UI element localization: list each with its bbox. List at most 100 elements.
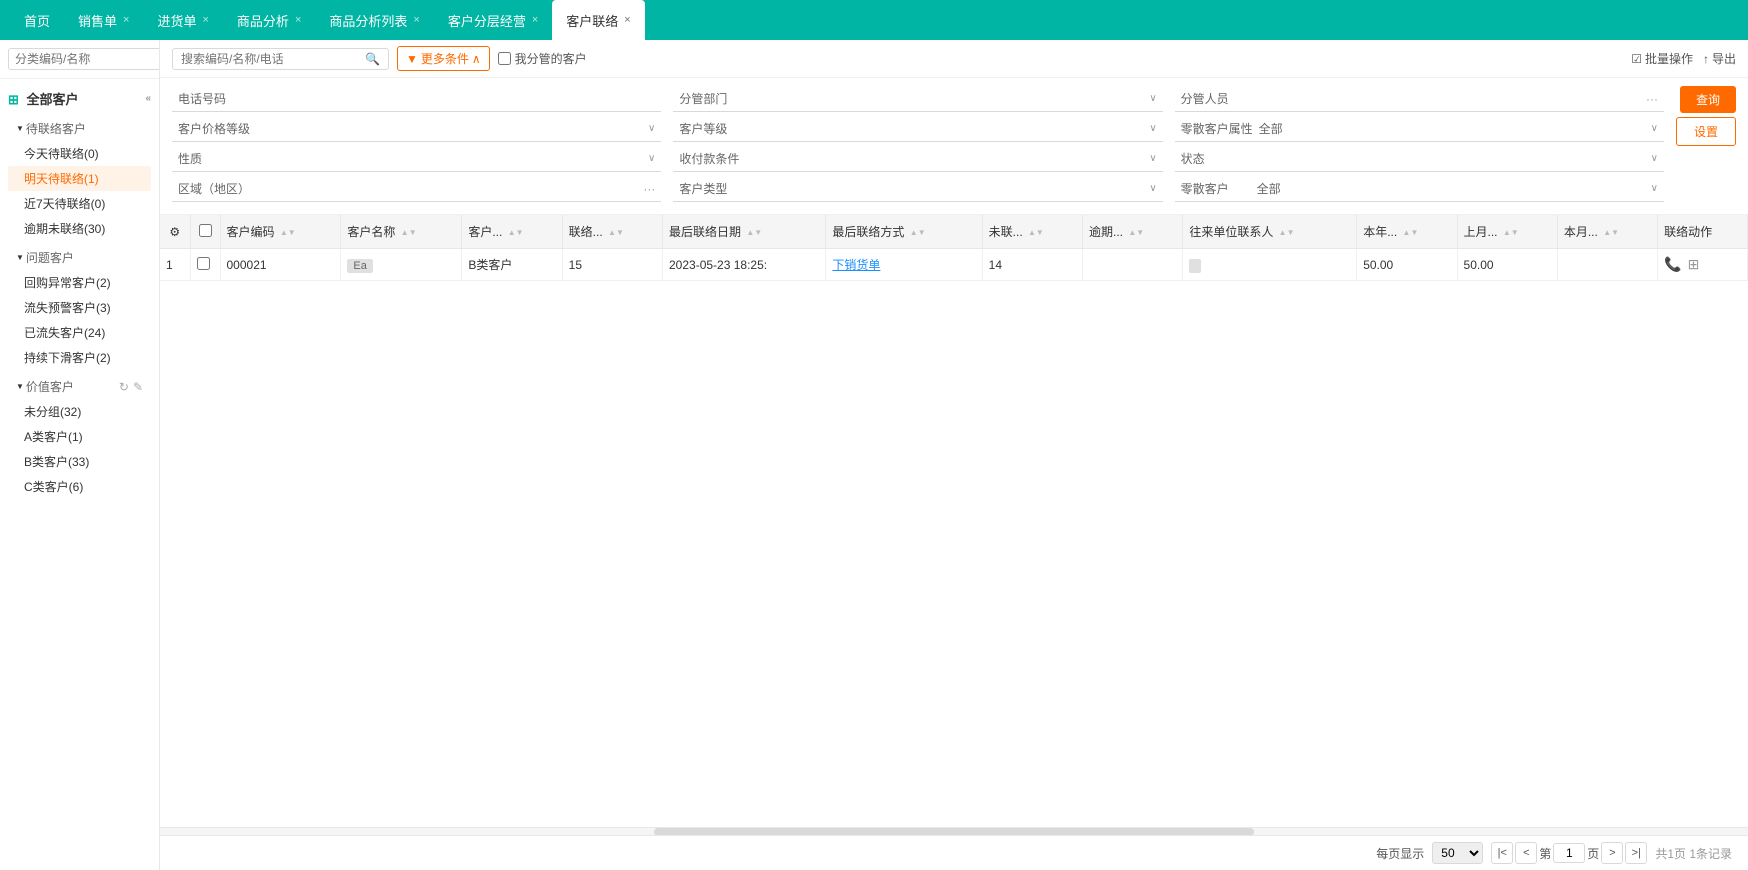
customer-level-dropdown[interactable]: ∨ — [755, 123, 1156, 134]
close-icon[interactable]: × — [202, 14, 208, 26]
retail-attr-dropdown[interactable]: 全部 ∨ — [1259, 120, 1658, 137]
refresh-icon[interactable]: ↻ — [119, 380, 129, 394]
collapse-icon[interactable]: « — [145, 93, 151, 104]
close-icon[interactable]: × — [413, 14, 419, 26]
customer-type-dropdown[interactable]: ∨ — [755, 183, 1156, 194]
close-icon[interactable]: × — [123, 14, 129, 26]
status-dropdown[interactable]: ∨ — [1257, 153, 1658, 164]
close-icon[interactable]: × — [624, 14, 630, 26]
sort-icon[interactable]: ▲▼ — [1403, 228, 1419, 237]
filter-nature[interactable]: 性质 ∨ — [172, 146, 661, 172]
nav-item-analysis[interactable]: 商品分析 × — [223, 0, 315, 40]
sidebar-item-a-class[interactable]: A类客户(1) — [8, 424, 151, 449]
sidebar-item-c-class[interactable]: C类客户(6) — [8, 474, 151, 499]
page-label: 第 — [1539, 845, 1551, 862]
payment-dropdown[interactable]: ∨ — [755, 153, 1156, 164]
more-filter-button[interactable]: ▼ 更多条件 ∧ — [397, 46, 490, 71]
scrollbar-area[interactable] — [160, 827, 1748, 835]
sort-icon[interactable]: ▲▼ — [746, 228, 762, 237]
th-this-year: 本年... ▲▼ — [1357, 215, 1457, 249]
page-input[interactable] — [1553, 843, 1585, 863]
sidebar-group-value-label[interactable]: ▼ 价值客户 ↻ ✎ — [8, 374, 151, 399]
td-check[interactable] — [190, 249, 220, 281]
dept-dropdown[interactable]: ∨ — [755, 93, 1156, 104]
search-input[interactable] — [181, 52, 361, 66]
retail-customer-dropdown[interactable]: 全部 ∨ — [1257, 180, 1658, 197]
select-all-checkbox[interactable] — [199, 224, 212, 237]
td-this-year: 50.00 — [1357, 249, 1457, 281]
close-icon[interactable]: × — [295, 14, 301, 26]
nav-item-customer-contact[interactable]: 客户联络 × — [552, 0, 644, 40]
sidebar-item-overdue[interactable]: 逾期未联络(30) — [8, 216, 151, 241]
more-options-icon[interactable]: ··· — [1646, 92, 1658, 106]
nav-item-customer-tier[interactable]: 客户分层经营 × — [434, 0, 552, 40]
nav-item-sales[interactable]: 销售单 × — [64, 0, 143, 40]
my-customer-checkbox[interactable] — [498, 52, 511, 65]
filter-retail-customer[interactable]: 零散客户 全部 ∨ — [1175, 176, 1664, 202]
next-page-button[interactable]: > — [1601, 842, 1623, 864]
filter-status[interactable]: 状态 ∨ — [1175, 146, 1664, 172]
nav-item-purchase[interactable]: 进货单 × — [143, 0, 222, 40]
table-header-row: ⚙ 客户编码 ▲▼ 客户名称 ▲▼ 客户... ▲▼ — [160, 215, 1748, 249]
prev-page-button[interactable]: < — [1515, 842, 1537, 864]
close-icon[interactable]: × — [532, 14, 538, 26]
manager-input[interactable] — [1257, 92, 1640, 106]
sidebar-item-declining[interactable]: 持续下滑客户(2) — [8, 345, 151, 370]
last-method-link[interactable]: 下销货单 — [832, 258, 880, 272]
th-contact-person: 往来单位联系人 ▲▼ — [1183, 215, 1357, 249]
batch-op-button[interactable]: ☑ 批量操作 — [1631, 50, 1693, 67]
first-page-button[interactable]: |< — [1491, 842, 1513, 864]
search-icon[interactable]: 🔍 — [365, 52, 380, 66]
export-button[interactable]: ↑ 导出 — [1703, 50, 1736, 67]
sort-icon[interactable]: ▲▼ — [1503, 228, 1519, 237]
filter-dept[interactable]: 分管部门 ∨ — [673, 86, 1162, 112]
setting-button[interactable]: 设置 — [1676, 117, 1736, 146]
more-options-icon[interactable]: ··· — [643, 182, 655, 196]
nature-dropdown[interactable]: ∨ — [254, 153, 655, 164]
sort-icon[interactable]: ▲▼ — [401, 228, 417, 237]
row-checkbox[interactable] — [197, 257, 210, 270]
sidebar-item-b-class[interactable]: B类客户(33) — [8, 449, 151, 474]
phone-input[interactable] — [254, 92, 655, 106]
filter-retail-attr[interactable]: 零散客户属性 全部 ∨ — [1175, 116, 1664, 142]
per-page-select[interactable]: 50 100 200 — [1432, 842, 1483, 864]
th-gear[interactable]: ⚙ — [160, 215, 190, 249]
sidebar-item-abnormal[interactable]: 回购异常客户(2) — [8, 270, 151, 295]
sort-icon[interactable]: ▲▼ — [1603, 228, 1619, 237]
sidebar-search-input[interactable] — [8, 48, 160, 70]
sidebar-all-customers[interactable]: ⊞ 全部客户 « — [8, 85, 151, 112]
sidebar-group-problem-label[interactable]: ▼ 问题客户 — [8, 245, 151, 270]
query-button[interactable]: 查询 — [1680, 86, 1736, 113]
sort-icon[interactable]: ▲▼ — [1128, 228, 1144, 237]
nav-item-analysis-list[interactable]: 商品分析列表 × — [315, 0, 433, 40]
chevron-down-icon: ∨ — [1651, 183, 1658, 194]
sort-icon[interactable]: ▲▼ — [508, 228, 524, 237]
sort-icon[interactable]: ▲▼ — [1028, 228, 1044, 237]
sidebar-item-ungrouped[interactable]: 未分组(32) — [8, 399, 151, 424]
nav-home[interactable]: 首页 — [10, 0, 64, 40]
sidebar-item-today[interactable]: 今天待联络(0) — [8, 141, 151, 166]
td-last-method[interactable]: 下销货单 — [826, 249, 982, 281]
td-contacts: 15 — [562, 249, 662, 281]
price-level-dropdown[interactable]: ∨ — [256, 123, 655, 134]
sidebar-item-7days[interactable]: 近7天待联络(0) — [8, 191, 151, 216]
last-page-button[interactable]: >| — [1625, 842, 1647, 864]
sidebar-item-churn-warn[interactable]: 流失预警客户(3) — [8, 295, 151, 320]
filter-payment[interactable]: 收付款条件 ∨ — [673, 146, 1162, 172]
sort-icon[interactable]: ▲▼ — [910, 228, 926, 237]
phone-action-icon[interactable]: 📞 — [1664, 256, 1681, 273]
sidebar-group-pending-label[interactable]: ▼ 待联络客户 — [8, 116, 151, 141]
sort-icon[interactable]: ▲▼ — [608, 228, 624, 237]
sidebar-item-tomorrow[interactable]: 明天待联络(1) — [8, 166, 151, 191]
filter-customer-type[interactable]: 客户类型 ∨ — [673, 176, 1162, 202]
my-customer-toggle[interactable]: 我分管的客户 — [498, 50, 587, 67]
sort-icon[interactable]: ▲▼ — [1279, 228, 1295, 237]
th-check[interactable] — [190, 215, 220, 249]
filter-customer-level[interactable]: 客户等级 ∨ — [673, 116, 1162, 142]
sidebar-item-churned[interactable]: 已流失客户(24) — [8, 320, 151, 345]
grid-action-icon[interactable]: ⊞ — [1688, 256, 1700, 273]
sort-icon[interactable]: ▲▼ — [280, 228, 296, 237]
filter-price-level[interactable]: 客户价格等级 ∨ — [172, 116, 661, 142]
edit-icon[interactable]: ✎ — [133, 380, 143, 394]
region-input[interactable] — [256, 182, 637, 196]
